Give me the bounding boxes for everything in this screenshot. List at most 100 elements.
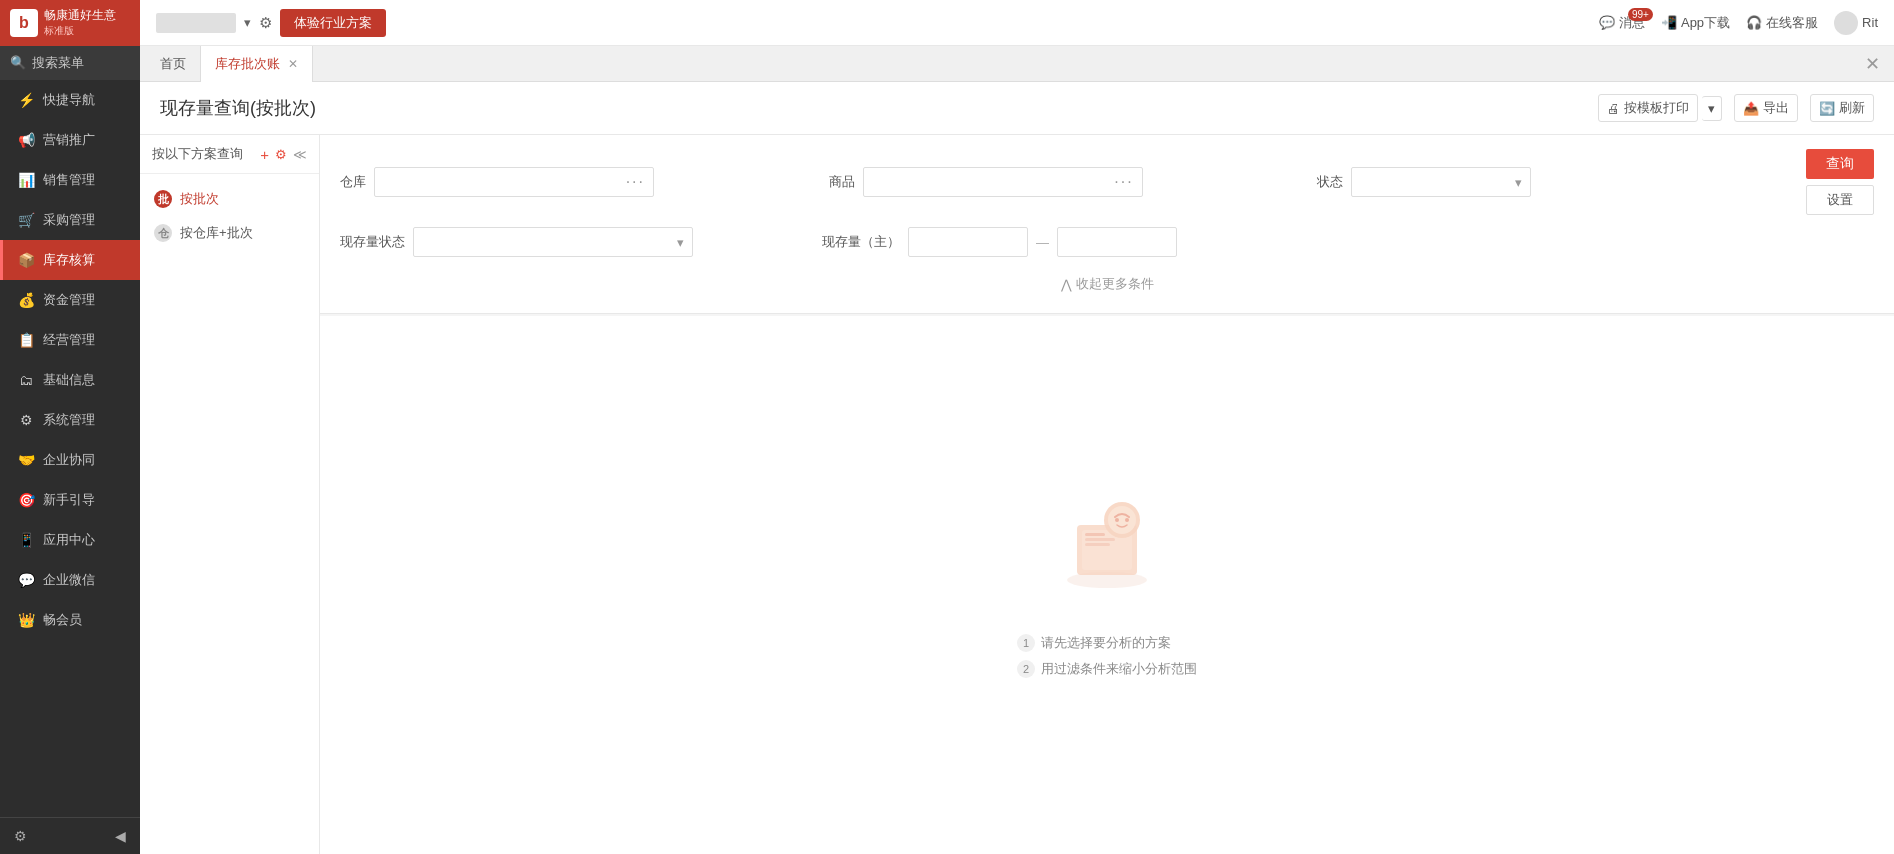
tab-panel-close-icon[interactable]: ✕ <box>1865 53 1880 75</box>
scheme-item-batch[interactable]: 批 按批次 <box>140 182 319 216</box>
topbar: ▾ ⚙ 体验行业方案 💬 消息 99+ 📲 App下载 🎧 在线客服 Rit <box>140 0 1894 46</box>
warehouse-input[interactable]: ··· <box>374 167 654 197</box>
tip-text-2: 用过滤条件来缩小分析范围 <box>1041 660 1197 678</box>
print-template-btn[interactable]: 🖨 按模板打印 <box>1598 94 1698 122</box>
sidebar-item-sales[interactable]: 📊 销售管理 <box>0 160 140 200</box>
topbar-breadcrumb <box>156 13 236 33</box>
sales-icon: 📊 <box>17 171 35 189</box>
svg-point-9 <box>1125 518 1129 522</box>
export-label: 导出 <box>1763 99 1789 117</box>
collapse-more-label: 收起更多条件 <box>1076 275 1154 293</box>
refresh-btn[interactable]: 🔄 刷新 <box>1810 94 1874 122</box>
print-label: 按模板打印 <box>1624 99 1689 117</box>
tab-inventory-batch[interactable]: 库存批次账 ✕ <box>201 46 313 82</box>
warehouse-dots-icon: ··· <box>626 173 645 191</box>
member-icon: 👑 <box>17 611 35 629</box>
sidebar-item-wechat[interactable]: 💬 企业微信 <box>0 560 140 600</box>
inventory-qty-min-input[interactable] <box>908 227 1028 257</box>
sidebar-nav: ⚡ 快捷导航 📢 营销推广 📊 销售管理 🛒 采购管理 📦 库存核算 💰 资金管… <box>0 80 140 817</box>
messages-btn[interactable]: 💬 消息 99+ <box>1599 14 1645 32</box>
sidebar-search[interactable]: 🔍 搜索菜单 <box>0 46 140 80</box>
newguide-icon: 🎯 <box>17 491 35 509</box>
finance-icon: 💰 <box>17 291 35 309</box>
topbar-settings-icon[interactable]: ⚙ <box>259 14 272 32</box>
search-label: 搜索菜单 <box>32 54 84 72</box>
trial-button[interactable]: 体验行业方案 <box>280 9 386 37</box>
svg-point-7 <box>1108 506 1136 534</box>
sidebar-header: b 畅康通好生意 标准版 <box>0 0 140 46</box>
inventory-qty-label: 现存量（主） <box>822 233 900 251</box>
sidebar-item-marketing[interactable]: 📢 营销推广 <box>0 120 140 160</box>
sidebar-item-label: 库存核算 <box>43 251 95 269</box>
sidebar-item-purchase[interactable]: 🛒 采购管理 <box>0 200 140 240</box>
export-btn[interactable]: 📤 导出 <box>1734 94 1798 122</box>
warehouse-label: 仓库 <box>340 173 366 191</box>
tab-close-icon[interactable]: ✕ <box>288 57 298 71</box>
sidebar: b 畅康通好生意 标准版 🔍 搜索菜单 ⚡ 快捷导航 📢 营销推广 📊 销售管理… <box>0 0 140 854</box>
online-service-btn[interactable]: 🎧 在线客服 <box>1746 14 1818 32</box>
status-select[interactable]: ▾ <box>1351 167 1531 197</box>
topbar-left: ▾ ⚙ 体验行业方案 <box>156 9 1589 37</box>
sidebar-item-label: 销售管理 <box>43 171 95 189</box>
sidebar-item-label: 企业协同 <box>43 451 95 469</box>
tip-text-1: 请先选择要分析的方案 <box>1041 634 1171 652</box>
sidebar-item-finance[interactable]: 💰 资金管理 <box>0 280 140 320</box>
tip-num-2: 2 <box>1017 660 1035 678</box>
print-icon: 🖨 <box>1607 101 1620 116</box>
inventory-status-dropdown-icon: ▾ <box>677 235 684 250</box>
sidebar-item-inventory[interactable]: 📦 库存核算 <box>0 240 140 280</box>
app-logo: b <box>10 9 38 37</box>
scheme-item-warehouse-batch[interactable]: 仓 按仓库+批次 <box>140 216 319 250</box>
sidebar-item-appcenter[interactable]: 📱 应用中心 <box>0 520 140 560</box>
sidebar-item-operations[interactable]: 📋 经营管理 <box>0 320 140 360</box>
filter-row-2: 现存量状态 ▾ 现存量（主） — <box>340 227 1874 257</box>
left-panel-title: 按以下方案查询 <box>152 145 243 163</box>
inventory-qty-group: 现存量（主） — <box>822 227 1288 257</box>
sidebar-item-member[interactable]: 👑 畅会员 <box>0 600 140 640</box>
scheme-warehouse-icon: 仓 <box>154 224 172 242</box>
product-input[interactable]: ··· <box>863 167 1143 197</box>
refresh-label: 刷新 <box>1839 99 1865 117</box>
svg-rect-4 <box>1085 538 1115 541</box>
app-download-label: App下载 <box>1681 14 1730 32</box>
right-panel: 仓库 ··· 商品 ··· 状态 <box>320 135 1894 854</box>
sidebar-item-system[interactable]: ⚙ 系统管理 <box>0 400 140 440</box>
tip-num-1: 1 <box>1017 634 1035 652</box>
add-scheme-icon[interactable]: + <box>260 146 269 163</box>
collapse-panel-icon[interactable]: ≪ <box>293 147 307 162</box>
inventory-status-group: 现存量状态 ▾ <box>340 227 806 257</box>
sidebar-item-label: 基础信息 <box>43 371 95 389</box>
inventory-qty-max-input[interactable] <box>1057 227 1177 257</box>
qty-dash: — <box>1036 235 1049 250</box>
collapse-more-btn[interactable]: ⋀ 收起更多条件 <box>340 269 1874 299</box>
sidebar-item-label: 应用中心 <box>43 531 95 549</box>
settings-button[interactable]: 设置 <box>1806 185 1874 215</box>
topbar-dropdown-icon[interactable]: ▾ <box>244 15 251 30</box>
warehouse-filter-group: 仓库 ··· <box>340 167 813 197</box>
app-download-btn[interactable]: 📲 App下载 <box>1661 14 1730 32</box>
page-title: 现存量查询(按批次) <box>160 96 316 120</box>
tab-home[interactable]: 首页 <box>146 46 201 82</box>
query-button[interactable]: 查询 <box>1806 149 1874 179</box>
shortcut-icon: ⚡ <box>17 91 35 109</box>
tab-inventory-batch-label: 库存批次账 <box>215 55 280 73</box>
sidebar-item-label: 资金管理 <box>43 291 95 309</box>
settings-icon[interactable]: ⚙ <box>14 828 27 844</box>
search-icon: 🔍 <box>10 55 26 70</box>
inventory-status-select[interactable]: ▾ <box>413 227 693 257</box>
scheme-warehouse-label: 按仓库+批次 <box>180 224 253 242</box>
tab-home-label: 首页 <box>160 55 186 73</box>
wechat-icon: 💬 <box>17 571 35 589</box>
sidebar-item-label: 营销推广 <box>43 131 95 149</box>
enterprise-icon: 🤝 <box>17 451 35 469</box>
collapse-sidebar-icon[interactable]: ◀ <box>115 828 126 844</box>
sidebar-item-enterprise[interactable]: 🤝 企业协同 <box>0 440 140 480</box>
print-dropdown-btn[interactable]: ▾ <box>1702 96 1722 121</box>
sidebar-item-shortcut[interactable]: ⚡ 快捷导航 <box>0 80 140 120</box>
sidebar-item-newguide[interactable]: 🎯 新手引导 <box>0 480 140 520</box>
scheme-settings-icon[interactable]: ⚙ <box>275 147 287 162</box>
user-btn[interactable]: Rit <box>1834 11 1878 35</box>
product-dots-icon: ··· <box>1114 173 1133 191</box>
sidebar-item-basic[interactable]: 🗂 基础信息 <box>0 360 140 400</box>
sidebar-item-label: 企业微信 <box>43 571 95 589</box>
